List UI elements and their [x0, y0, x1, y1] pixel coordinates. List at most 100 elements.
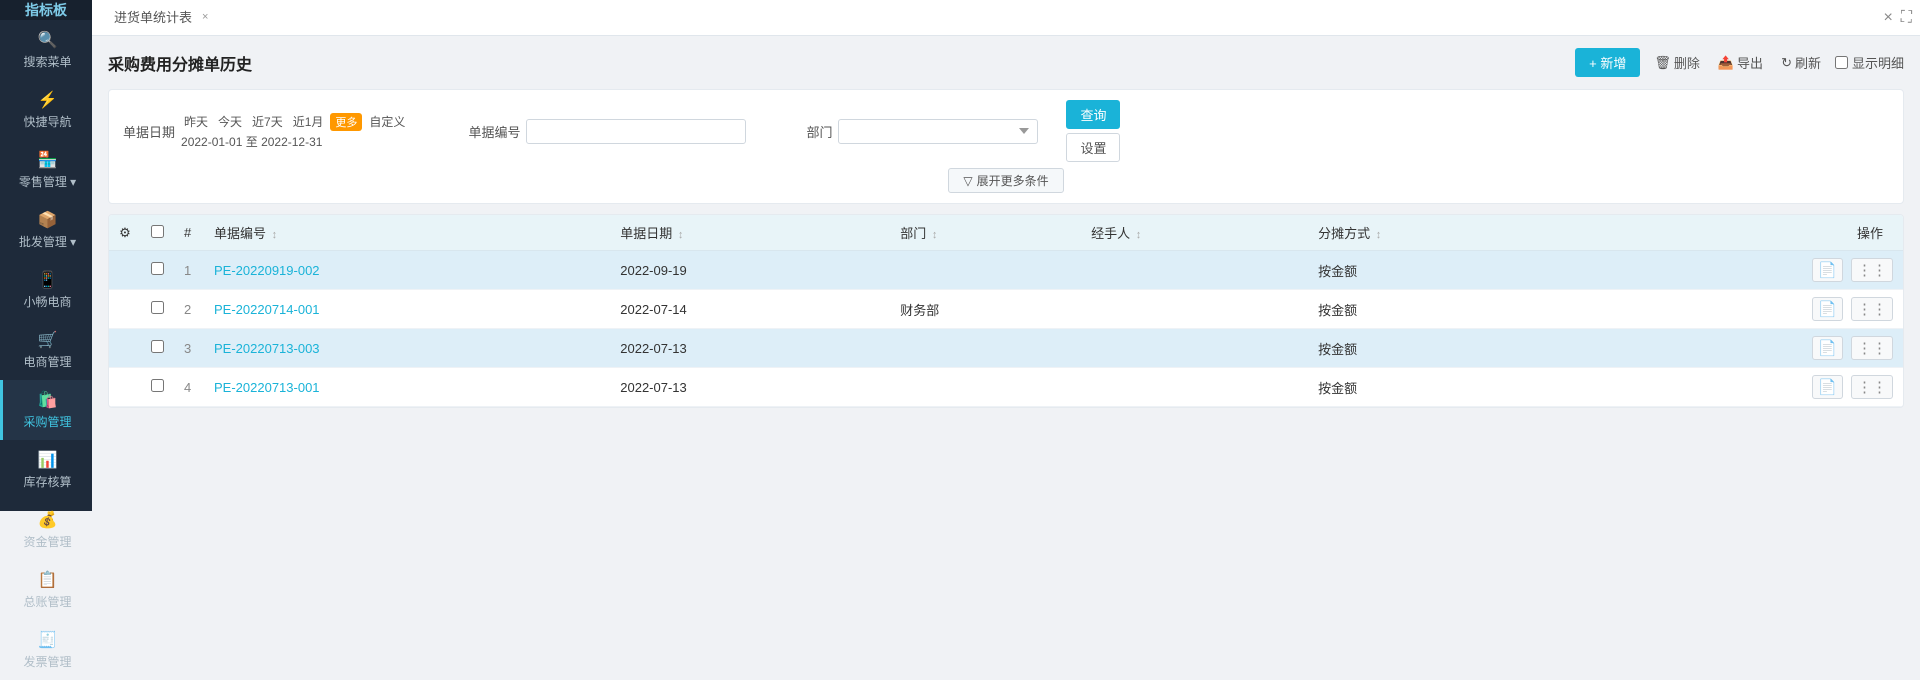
- td-rownum-2: 3: [174, 329, 204, 368]
- sidebar-item-accounting[interactable]: 📋 总账管理: [0, 560, 92, 620]
- sidebar-item-finance[interactable]: 💰 资金管理: [0, 500, 92, 560]
- page-area: 采购费用分摊单历史 + 新增 🗑 删除 📤 导出 ↻ 刷新 显示明细: [92, 36, 1920, 511]
- sidebar-item-micro-shop[interactable]: 📱 小畅电商: [0, 260, 92, 320]
- sidebar-icon-invoice: 🧾: [7, 630, 88, 650]
- department-select[interactable]: [838, 119, 1038, 144]
- date-filter-label: 单据日期: [123, 122, 175, 141]
- row-checkbox-1[interactable]: [151, 301, 164, 314]
- sidebar-label-finance: 资金管理: [7, 533, 88, 550]
- th-doc-no[interactable]: 单据编号 ↕: [204, 215, 610, 251]
- sidebar-label-search: 搜索菜单: [7, 53, 88, 70]
- tab-incoming-stat[interactable]: 进货单统计表×: [100, 0, 261, 36]
- row-checkbox-3[interactable]: [151, 379, 164, 392]
- sidebar-item-quick-nav[interactable]: ⚡ 快捷导航: [0, 80, 92, 140]
- select-all-checkbox[interactable]: [151, 225, 164, 238]
- filter-area: 单据日期 昨天 今天 近7天 近1月 更多 自定义 2022-01-01 至 2…: [108, 89, 1904, 204]
- td-gear-2: [109, 329, 141, 368]
- maximize-icon[interactable]: ⛶: [1901, 9, 1912, 27]
- td-rownum-3: 4: [174, 368, 204, 407]
- shortcut-custom[interactable]: 自定义: [366, 112, 408, 131]
- th-gear[interactable]: ⚙: [109, 215, 141, 251]
- page-header: 采购费用分摊单历史 + 新增 🗑 删除 📤 导出 ↻ 刷新 显示明细: [108, 48, 1904, 77]
- sidebar-label-quick-nav: 快捷导航: [7, 113, 88, 130]
- refresh-button[interactable]: ↻ 刷新: [1777, 51, 1825, 74]
- td-actions-3: 📄 ⋮⋮: [1577, 368, 1903, 407]
- expand-more-button[interactable]: ▽ 展开更多条件: [948, 168, 1063, 193]
- th-doc-date[interactable]: 单据日期 ↕: [610, 215, 890, 251]
- settings-button[interactable]: 设置: [1066, 133, 1120, 162]
- th-department[interactable]: 部门 ↕: [890, 215, 1081, 251]
- doc-no-link-2[interactable]: PE-20220713-003: [214, 341, 320, 356]
- shortcut-yesterday[interactable]: 昨天: [181, 112, 211, 131]
- doc-no-link-0[interactable]: PE-20220919-002: [214, 263, 320, 278]
- sidebar-logo: 指标板: [0, 0, 92, 20]
- td-docdate-0: 2022-09-19: [610, 251, 890, 290]
- td-dept-3: [890, 368, 1081, 407]
- more-icon-3[interactable]: ⋮⋮: [1851, 375, 1893, 399]
- tab-close-incoming-stat[interactable]: ×: [202, 11, 208, 23]
- sidebar-label-purchase: 采购管理: [7, 413, 88, 430]
- view-icon-2[interactable]: 📄: [1812, 336, 1843, 360]
- sidebar-label-wholesale: 批发管理 ▾: [7, 233, 88, 250]
- more-icon-1[interactable]: ⋮⋮: [1851, 297, 1893, 321]
- sidebar-label-ecommerce: 电商管理: [7, 353, 88, 370]
- more-icon-0[interactable]: ⋮⋮: [1851, 258, 1893, 282]
- th-split-method[interactable]: 分摊方式 ↕: [1308, 215, 1577, 251]
- td-dept-2: [890, 329, 1081, 368]
- doc-no-link-1[interactable]: PE-20220714-001: [214, 302, 320, 317]
- sidebar-item-inventory[interactable]: 📊 库存核算: [0, 440, 92, 500]
- show-columns-checkbox[interactable]: [1835, 56, 1848, 69]
- row-checkbox-0[interactable]: [151, 262, 164, 275]
- show-columns-toggle[interactable]: 显示明细: [1835, 53, 1904, 72]
- sidebar-icon-search: 🔍: [7, 30, 88, 50]
- table-header-row: ⚙ # 单据编号 ↕ 单据日期 ↕ 部门 ↕ 经手人 ↕ 分摊方式 ↕ 操作: [109, 215, 1903, 251]
- row-checkbox-2[interactable]: [151, 340, 164, 353]
- sidebar-label-invoice: 发票管理: [7, 653, 88, 670]
- td-handler-3: [1081, 368, 1308, 407]
- shortcut-7days[interactable]: 近7天: [249, 112, 286, 131]
- sidebar-item-invoice[interactable]: 🧾 发票管理: [0, 620, 92, 680]
- shortcut-more[interactable]: 更多: [330, 113, 362, 131]
- sidebar-item-search[interactable]: 🔍 搜索菜单: [0, 20, 92, 80]
- td-check-3: [141, 368, 174, 407]
- more-icon-2[interactable]: ⋮⋮: [1851, 336, 1893, 360]
- td-dept-1: 财务部: [890, 290, 1081, 329]
- doc-no-input[interactable]: [526, 119, 746, 144]
- td-handler-2: [1081, 329, 1308, 368]
- doc-no-filter: 单据编号: [468, 119, 746, 144]
- query-button[interactable]: 查询: [1066, 100, 1120, 129]
- sidebar-item-purchase[interactable]: 🛍️ 采购管理: [0, 380, 92, 440]
- sidebar-label-inventory: 库存核算: [7, 473, 88, 490]
- view-icon-1[interactable]: 📄: [1812, 297, 1843, 321]
- export-icon: 📤: [1718, 55, 1734, 71]
- view-icon-0[interactable]: 📄: [1812, 258, 1843, 282]
- td-docno-1: PE-20220714-001: [204, 290, 610, 329]
- export-button[interactable]: 📤 导出: [1714, 51, 1767, 74]
- td-docno-2: PE-20220713-003: [204, 329, 610, 368]
- add-button[interactable]: + 新增: [1575, 48, 1640, 77]
- delete-button[interactable]: 🗑 删除: [1650, 51, 1704, 74]
- th-handler[interactable]: 经手人 ↕: [1081, 215, 1308, 251]
- table-container: ⚙ # 单据编号 ↕ 单据日期 ↕ 部门 ↕ 经手人 ↕ 分摊方式 ↕ 操作: [108, 214, 1904, 408]
- sidebar-icon-accounting: 📋: [7, 570, 88, 590]
- sort-dept-icon: ↕: [932, 229, 938, 241]
- sidebar-item-retail[interactable]: 🏪 零售管理 ▾: [0, 140, 92, 200]
- data-table: ⚙ # 单据编号 ↕ 单据日期 ↕ 部门 ↕ 经手人 ↕ 分摊方式 ↕ 操作: [109, 215, 1903, 407]
- sidebar-label-retail: 零售管理 ▾: [7, 173, 88, 190]
- td-rownum-1: 2: [174, 290, 204, 329]
- department-label: 部门: [806, 122, 832, 141]
- sort-doc-date-icon: ↕: [678, 229, 684, 241]
- td-splitmethod-2: 按金额: [1308, 329, 1577, 368]
- sort-doc-no-icon: ↕: [272, 229, 278, 241]
- sidebar-item-ecommerce[interactable]: 🛒 电商管理: [0, 320, 92, 380]
- view-icon-3[interactable]: 📄: [1812, 375, 1843, 399]
- sidebar-item-wholesale[interactable]: 📦 批发管理 ▾: [0, 200, 92, 260]
- td-rownum-0: 1: [174, 251, 204, 290]
- main-content: 首页采购订单统计表×进货单统计表×采购订单执行表×采购费用分摊单历史× × ⛶ …: [92, 0, 1920, 511]
- close-window-icon[interactable]: ×: [1883, 9, 1892, 27]
- delete-icon: 🗑: [1654, 55, 1671, 71]
- shortcut-1month[interactable]: 近1月: [290, 112, 327, 131]
- doc-no-link-3[interactable]: PE-20220713-001: [214, 380, 320, 395]
- shortcut-today[interactable]: 今天: [215, 112, 245, 131]
- td-gear-3: [109, 368, 141, 407]
